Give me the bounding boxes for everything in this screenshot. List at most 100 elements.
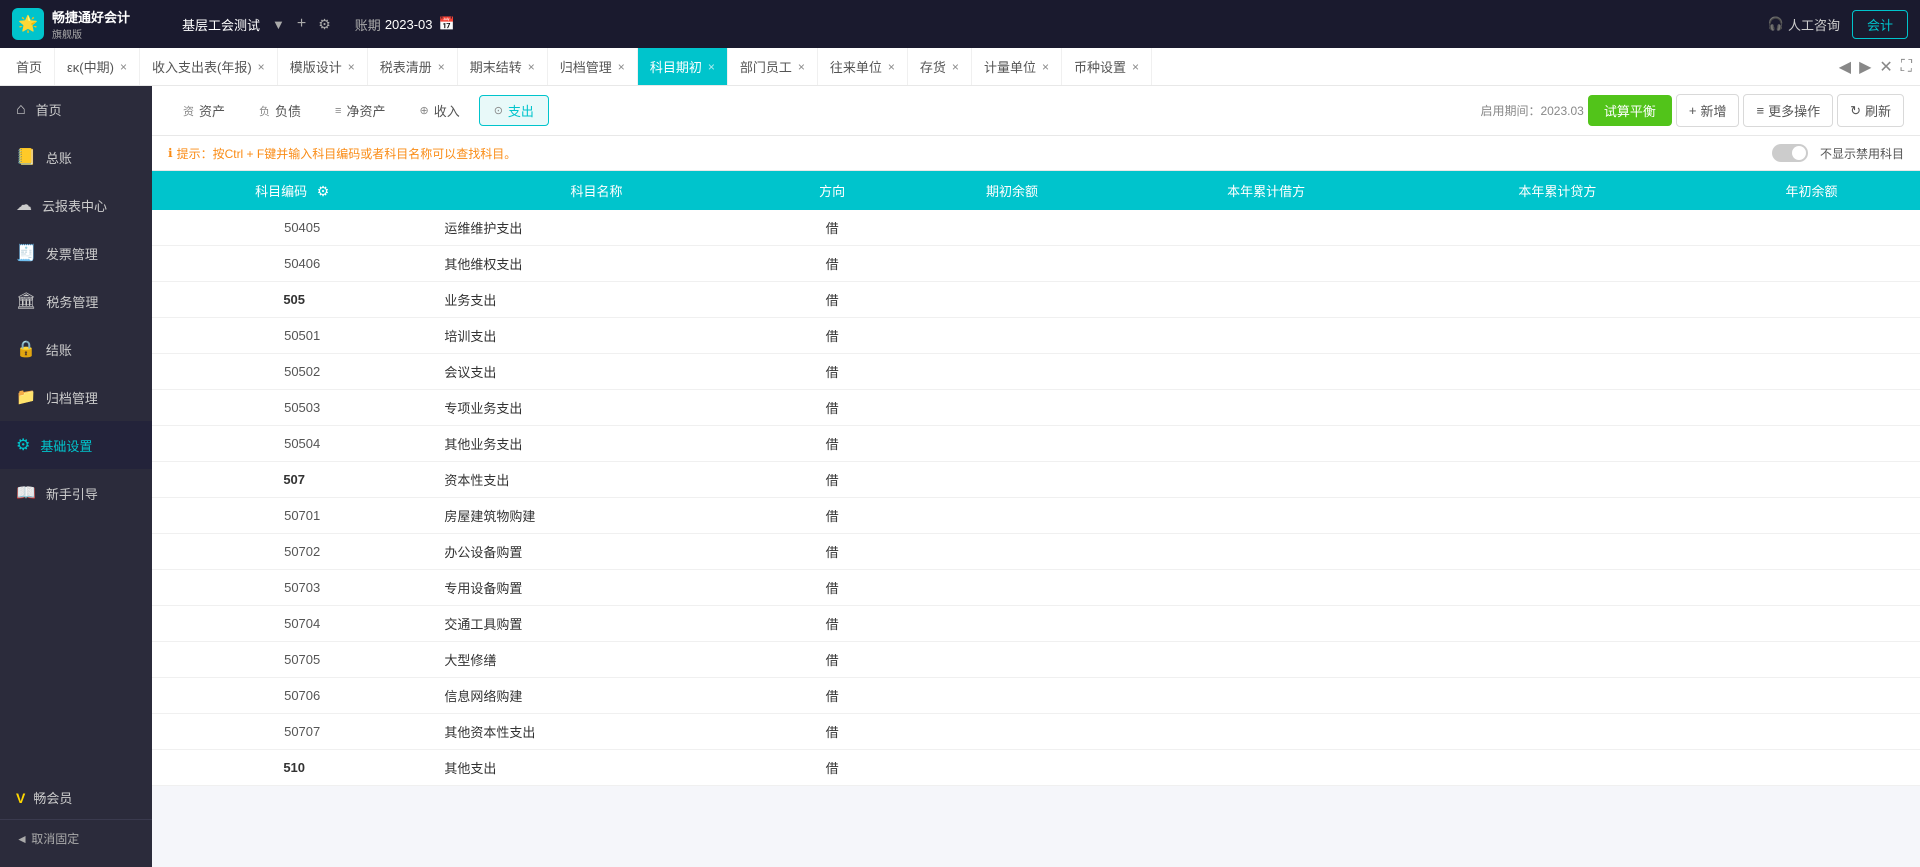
sub-tab-liability[interactable]: 负 负债 bbox=[244, 95, 316, 126]
sidebar-item-home[interactable]: ⌂ 首页 bbox=[0, 86, 152, 133]
sub-tab-income[interactable]: ⊕ 收入 bbox=[404, 95, 474, 126]
header-actions: 🎧 人工咨询 会计 bbox=[1768, 10, 1908, 39]
guide-icon: 📖 bbox=[16, 483, 36, 503]
table-row[interactable]: 50405运维维护支出借 bbox=[152, 210, 1920, 246]
tab-moban[interactable]: 模版设计 × bbox=[278, 48, 368, 86]
equity-prefix: ≡ bbox=[335, 105, 341, 117]
sidebar-item-ledger[interactable]: 📒 总账 bbox=[0, 133, 152, 181]
cell-direction: 借 bbox=[761, 210, 904, 246]
tab-zhongqi-close[interactable]: × bbox=[120, 60, 127, 74]
sub-tab-asset[interactable]: 资 资产 bbox=[168, 95, 240, 126]
tab-cunkuo[interactable]: 存货 × bbox=[908, 48, 972, 86]
sidebar-item-closing[interactable]: 🔒 结账 bbox=[0, 325, 152, 373]
sidebar-item-invoice[interactable]: 🧾 发票管理 bbox=[0, 229, 152, 277]
header-setting-button[interactable]: ⚙ bbox=[318, 16, 331, 33]
header-add-button[interactable]: + bbox=[297, 15, 306, 33]
cell-year-opening bbox=[1703, 570, 1920, 606]
cell-year-opening bbox=[1703, 678, 1920, 714]
tab-zhongqi[interactable]: εκ(中期) × bbox=[55, 48, 140, 86]
table-row[interactable]: 50705大型修缮借 bbox=[152, 642, 1920, 678]
dropdown-icon[interactable]: ▼ bbox=[272, 17, 285, 32]
table-row[interactable]: 507资本性支出借 bbox=[152, 462, 1920, 498]
tab-shuibiao-close[interactable]: × bbox=[438, 60, 445, 74]
sub-tab-expense[interactable]: ⊙ 支出 bbox=[479, 95, 549, 126]
refresh-button[interactable]: ↻ 刷新 bbox=[1837, 94, 1904, 127]
tab-moban-close[interactable]: × bbox=[348, 60, 355, 74]
tab-bizhong[interactable]: 币种设置 × bbox=[1062, 48, 1152, 86]
tab-wanglai-close[interactable]: × bbox=[888, 60, 895, 74]
add-label: 新增 bbox=[1700, 101, 1726, 120]
expense-label: 支出 bbox=[508, 101, 534, 120]
table-row[interactable]: 50701房屋建筑物购建借 bbox=[152, 498, 1920, 534]
table-row[interactable]: 510其他支出借 bbox=[152, 750, 1920, 786]
sidebar-label-member: 畅会员 bbox=[33, 788, 72, 807]
cell-direction: 借 bbox=[761, 390, 904, 426]
code-setting-icon[interactable]: ⚙ bbox=[317, 183, 330, 199]
tab-shuibiao[interactable]: 税表清册 × bbox=[368, 48, 458, 86]
reports-icon: ☁ bbox=[16, 195, 32, 215]
table-row[interactable]: 50703专用设备购置借 bbox=[152, 570, 1920, 606]
cell-opening bbox=[903, 426, 1120, 462]
cell-code: 50702 bbox=[152, 534, 432, 570]
tab-prev-button[interactable]: ◀ bbox=[1835, 57, 1855, 77]
sub-tab-equity[interactable]: ≡ 净资产 bbox=[320, 95, 400, 126]
sidebar-label-archive: 归档管理 bbox=[46, 388, 98, 407]
table-row[interactable]: 50406其他维权支出借 bbox=[152, 246, 1920, 282]
more-label: 更多操作 bbox=[1768, 101, 1820, 120]
tab-kemuqichu-close[interactable]: × bbox=[708, 60, 715, 74]
table-row[interactable]: 505业务支出借 bbox=[152, 282, 1920, 318]
tab-cunkuo-close[interactable]: × bbox=[952, 60, 959, 74]
tab-shouru-close[interactable]: × bbox=[258, 60, 265, 74]
tab-kemuqichu[interactable]: 科目期初 × bbox=[638, 48, 728, 86]
tab-guidang[interactable]: 归档管理 × bbox=[548, 48, 638, 86]
table-row[interactable]: 50702办公设备购置借 bbox=[152, 534, 1920, 570]
table-row[interactable]: 50502会议支出借 bbox=[152, 354, 1920, 390]
table-row[interactable]: 50501培训支出借 bbox=[152, 318, 1920, 354]
project-name[interactable]: 基层工会测试 bbox=[182, 15, 260, 34]
tab-qimo-close[interactable]: × bbox=[528, 60, 535, 74]
sidebar-item-tax[interactable]: 🏛 税务管理 bbox=[0, 277, 152, 325]
cell-name: 业务支出 bbox=[432, 282, 760, 318]
tab-jiliang[interactable]: 计量单位 × bbox=[972, 48, 1062, 86]
sidebar-item-basic[interactable]: ⚙ 基础设置 bbox=[0, 421, 152, 469]
table-row[interactable]: 50704交通工具购置借 bbox=[152, 606, 1920, 642]
tab-wanglai-label: 往来单位 bbox=[830, 57, 882, 76]
table-row[interactable]: 50707其他资本性支出借 bbox=[152, 714, 1920, 750]
tab-guidang-close[interactable]: × bbox=[618, 60, 625, 74]
table-row[interactable]: 50503专项业务支出借 bbox=[152, 390, 1920, 426]
cell-opening bbox=[903, 570, 1120, 606]
cell-year-opening bbox=[1703, 282, 1920, 318]
tab-home[interactable]: 首页 bbox=[4, 48, 55, 86]
tab-bumen[interactable]: 部门员工 × bbox=[728, 48, 818, 86]
tab-bumen-close[interactable]: × bbox=[798, 60, 805, 74]
more-button[interactable]: ≡ 更多操作 bbox=[1743, 94, 1833, 127]
sidebar-pin[interactable]: ◄ 取消固定 bbox=[0, 819, 152, 857]
add-button[interactable]: + 新增 bbox=[1676, 94, 1740, 127]
calendar-icon[interactable]: 📅 bbox=[439, 16, 455, 32]
cell-direction: 借 bbox=[761, 246, 904, 282]
sidebar-member[interactable]: V 畅会员 bbox=[0, 776, 152, 819]
table-row[interactable]: 50504其他业务支出借 bbox=[152, 426, 1920, 462]
table-body: 50405运维维护支出借50406其他维权支出借505业务支出借50501培训支… bbox=[152, 210, 1920, 786]
kuaiji-button[interactable]: 会计 bbox=[1852, 10, 1908, 39]
table-row[interactable]: 50706信息网络购建借 bbox=[152, 678, 1920, 714]
cell-opening bbox=[903, 678, 1120, 714]
tab-shouru[interactable]: 收入支出表(年报) × bbox=[140, 48, 278, 86]
support-button[interactable]: 🎧 人工咨询 bbox=[1768, 15, 1840, 34]
balance-button[interactable]: 试算平衡 bbox=[1588, 95, 1672, 126]
cell-opening bbox=[903, 210, 1120, 246]
sidebar-item-guide[interactable]: 📖 新手引导 bbox=[0, 469, 152, 517]
toggle-switch[interactable] bbox=[1772, 144, 1808, 162]
tab-next-button[interactable]: ▶ bbox=[1855, 57, 1875, 77]
cell-ytd-credit bbox=[1412, 390, 1703, 426]
tab-jiliang-close[interactable]: × bbox=[1042, 60, 1049, 74]
tab-bizhong-close[interactable]: × bbox=[1132, 60, 1139, 74]
tab-qimo[interactable]: 期末结转 × bbox=[458, 48, 548, 86]
ledger-icon: 📒 bbox=[16, 147, 36, 167]
sidebar-item-archive[interactable]: 📁 归档管理 bbox=[0, 373, 152, 421]
cell-direction: 借 bbox=[761, 606, 904, 642]
tab-close-all-button[interactable]: ✕ bbox=[1875, 57, 1896, 77]
sidebar-item-reports[interactable]: ☁ 云报表中心 bbox=[0, 181, 152, 229]
tab-wanglai[interactable]: 往来单位 × bbox=[818, 48, 908, 86]
tab-expand-button[interactable]: ⛶ bbox=[1897, 58, 1916, 76]
